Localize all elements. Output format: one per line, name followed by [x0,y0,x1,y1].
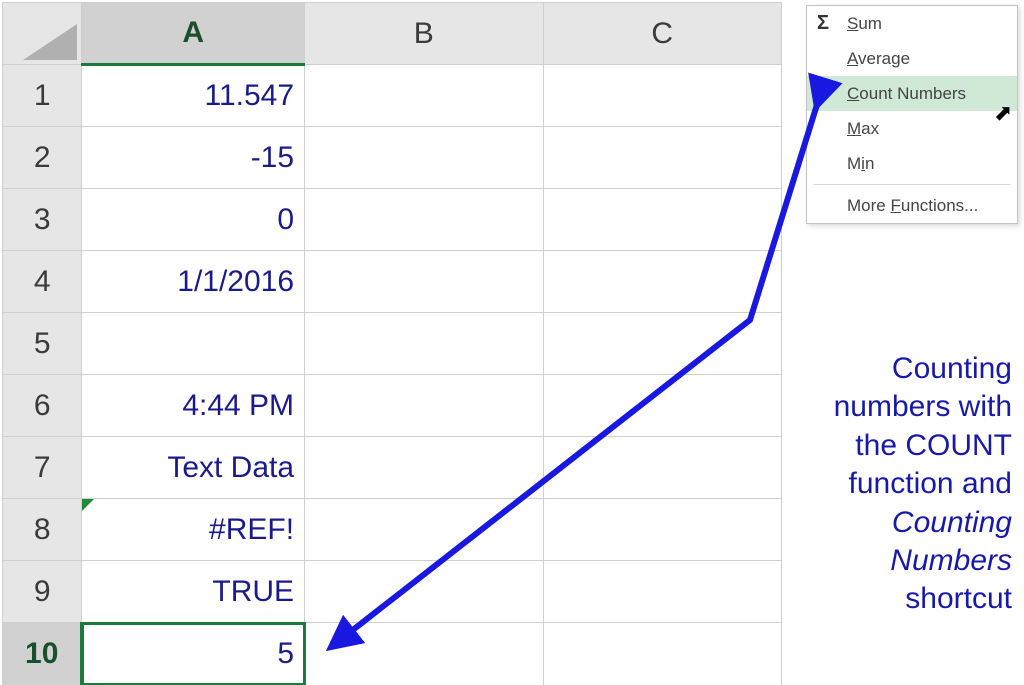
cell-b4[interactable] [305,251,543,313]
menu-item-min[interactable]: Min [807,146,1017,181]
cell-b5[interactable] [305,313,543,375]
cell-c8[interactable] [543,499,781,561]
row-header-1[interactable]: 1 [3,65,82,127]
menu-item-average[interactable]: Average [807,41,1017,76]
cell-a5[interactable] [82,313,305,375]
cell-a4[interactable]: 1/1/2016 [82,251,305,313]
column-header-b[interactable]: B [305,3,543,65]
cell-a2[interactable]: -15 [82,127,305,189]
row-header-8[interactable]: 8 [3,499,82,561]
cell-b10[interactable] [305,623,543,685]
spreadsheet-grid[interactable]: A B C 1 11.547 2 -15 3 0 4 1/1/2016 5 6 … [2,2,782,685]
row-header-2[interactable]: 2 [3,127,82,189]
menu-item-more-functions[interactable]: More Functions... [807,188,1017,223]
cell-b9[interactable] [305,561,543,623]
cell-c2[interactable] [543,127,781,189]
row-header-3[interactable]: 3 [3,189,82,251]
annotation-text: Counting numbers with the COUNT function… [752,350,1012,619]
cell-c9[interactable] [543,561,781,623]
cell-c3[interactable] [543,189,781,251]
menu-label-average: Average [847,49,910,69]
cell-a6[interactable]: 4:44 PM [82,375,305,437]
menu-label-sum: Sum [847,14,882,34]
cursor-icon: ⬉ [994,100,1012,126]
row-header-7[interactable]: 7 [3,437,82,499]
menu-separator [813,184,1011,185]
cell-a7[interactable]: Text Data [82,437,305,499]
cell-a9[interactable]: TRUE [82,561,305,623]
column-header-c[interactable]: C [543,3,781,65]
cell-a3[interactable]: 0 [82,189,305,251]
menu-label-min: Min [847,154,874,174]
autosum-menu: Σ Sum Average Count Numbers Max Min More… [806,5,1018,224]
cell-b6[interactable] [305,375,543,437]
menu-label-max: Max [847,119,879,139]
select-all-corner[interactable] [3,3,82,65]
cell-b2[interactable] [305,127,543,189]
cell-b3[interactable] [305,189,543,251]
row-header-4[interactable]: 4 [3,251,82,313]
menu-item-sum[interactable]: Σ Sum [807,6,1017,41]
cell-c10[interactable] [543,623,781,685]
cell-c6[interactable] [543,375,781,437]
cell-a10[interactable]: 5 [82,623,305,685]
cell-c1[interactable] [543,65,781,127]
menu-item-max[interactable]: Max [807,111,1017,146]
sigma-icon: Σ [817,12,829,35]
cell-b7[interactable] [305,437,543,499]
menu-label-count: Count Numbers [847,84,966,104]
cell-c4[interactable] [543,251,781,313]
menu-item-count-numbers[interactable]: Count Numbers [807,76,1017,111]
cell-b8[interactable] [305,499,543,561]
cell-a1[interactable]: 11.547 [82,65,305,127]
cell-b1[interactable] [305,65,543,127]
cell-a8[interactable]: #REF! [82,499,305,561]
row-header-6[interactable]: 6 [3,375,82,437]
row-header-5[interactable]: 5 [3,313,82,375]
cell-c5[interactable] [543,313,781,375]
menu-label-more: More Functions... [847,196,978,216]
row-header-10[interactable]: 10 [3,623,82,685]
column-header-a[interactable]: A [82,3,305,65]
cell-c7[interactable] [543,437,781,499]
row-header-9[interactable]: 9 [3,561,82,623]
